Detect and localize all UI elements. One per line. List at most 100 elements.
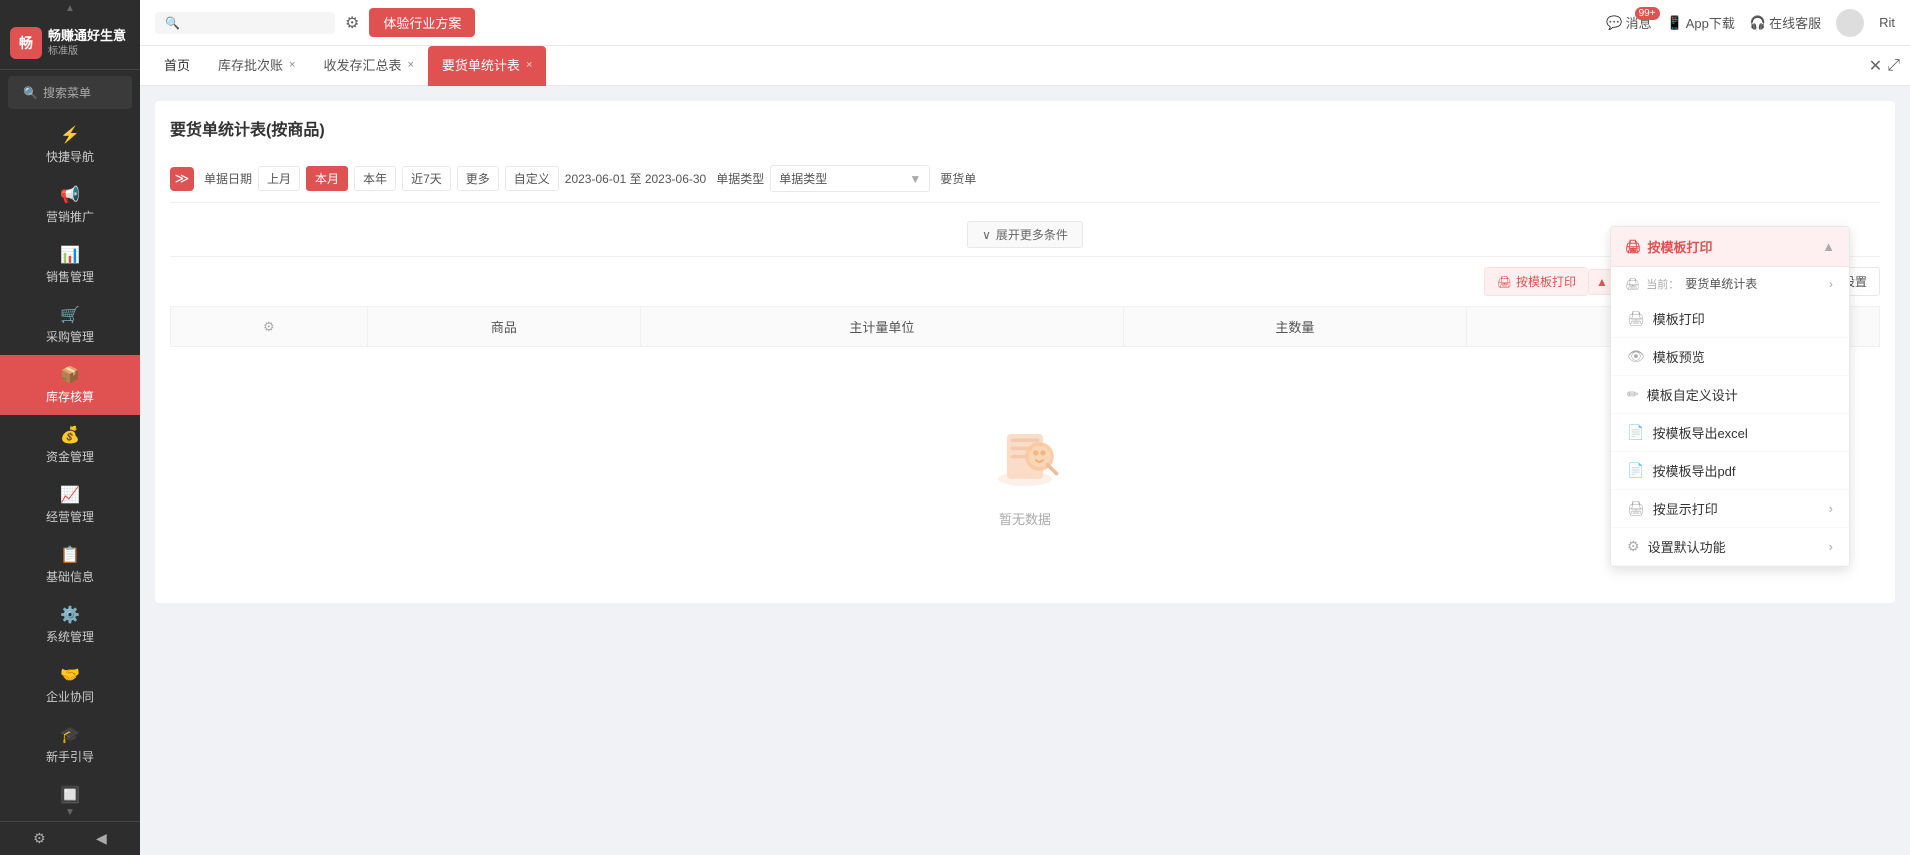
current-prefix: 当前：: [1646, 276, 1679, 292]
dropdown-item-template-design[interactable]: ✏ 模板自定义设计: [1611, 376, 1849, 414]
dropdown-item-export-excel[interactable]: 📄 按模板导出excel: [1611, 414, 1849, 452]
sidebar-scroll-down[interactable]: ▼: [0, 804, 140, 821]
trial-button[interactable]: 体验行业方案: [369, 8, 475, 37]
dropdown-item-set-default[interactable]: ⚙ 设置默认功能 ›: [1611, 528, 1849, 566]
sidebar-item-operations[interactable]: 📈 经营管理: [0, 475, 140, 535]
current-template-icon: 🖨: [1625, 277, 1640, 291]
online-service-icon: 🎧: [1750, 15, 1766, 31]
empty-illustration: [980, 407, 1070, 497]
tabs-close-btn[interactable]: ✕: [1869, 56, 1882, 76]
tabs-expand-btn[interactable]: ⤢: [1887, 57, 1900, 75]
tab-home-label: 首页: [164, 55, 190, 74]
table-settings-icon: ⚙: [263, 319, 275, 334]
collab-icon: 🤝: [60, 665, 80, 685]
dropdown-item-label: 模板打印: [1653, 309, 1705, 328]
type-filter-arrow-icon: ▼: [909, 172, 921, 186]
tab-receipt-summary-close[interactable]: ×: [407, 59, 413, 71]
tabs-bar: 首页 库存批次账 × 收发存汇总表 × 要货单统计表 × ✕ ⤢: [140, 46, 1910, 86]
online-service-label: 在线客服: [1769, 13, 1821, 32]
set-default-arrow: ›: [1829, 539, 1833, 554]
sidebar-item-basics[interactable]: 📋 基础信息: [0, 535, 140, 595]
dropdown-close-btn[interactable]: ▲: [1822, 239, 1835, 254]
dropdown-item-label: 模板自定义设计: [1647, 385, 1738, 404]
sidebar-item-system[interactable]: ⚙️ 系统管理: [0, 595, 140, 655]
sidebar-item-sales[interactable]: 📊 销售管理: [0, 235, 140, 295]
marketing-icon: 📢: [60, 185, 80, 205]
system-icon: ⚙️: [60, 605, 80, 625]
appstore-icon: 🔲: [60, 785, 80, 804]
sidebar-item-label: 库存核算: [46, 388, 94, 405]
empty-text: 暂无数据: [999, 509, 1051, 528]
filter-bar: ≫ 单据日期 上月 本月 本年 近7天 更多 自定义 2023-06-01 至 …: [170, 155, 1880, 203]
sidebar-item-quick-nav[interactable]: ⚡ 快捷导航: [0, 115, 140, 175]
page-title: 要货单统计表(按商品): [170, 116, 1880, 140]
sidebar-item-label: 快捷导航: [46, 148, 94, 165]
expand-more-btn[interactable]: ∨ 展开更多条件: [967, 221, 1083, 248]
template-print-icon: 🖨: [1627, 310, 1645, 327]
sidebar-item-inventory[interactable]: 📦 库存核算: [0, 355, 140, 415]
template-design-icon: ✏: [1627, 386, 1639, 403]
dropdown-current-template[interactable]: 🖨 当前： 要货单统计表 ›: [1611, 267, 1849, 300]
sidebar-scroll-up[interactable]: ▲: [0, 0, 140, 17]
type-filter-select[interactable]: 单据类型 ▼: [770, 165, 930, 192]
date-btn-last-month[interactable]: 上月: [258, 166, 300, 191]
search-icon: 🔍: [23, 86, 38, 100]
sidebar-logo: 畅 畅赚通好生意 标准版: [0, 17, 140, 70]
dropdown-item-export-pdf[interactable]: 📄 按模板导出pdf: [1611, 452, 1849, 490]
tab-order-stats-label: 要货单统计表: [442, 55, 520, 74]
sidebar-item-purchase[interactable]: 🛒 采购管理: [0, 295, 140, 355]
messages-item[interactable]: 💬 消息 99+: [1606, 13, 1651, 32]
tab-batch-account[interactable]: 库存批次账 ×: [204, 46, 309, 86]
tab-order-stats[interactable]: 要货单统计表 ×: [428, 46, 546, 86]
filter-expand-btn[interactable]: ≫: [170, 167, 194, 191]
date-btn-more[interactable]: 更多: [457, 166, 499, 191]
dropdown-display-print-label: 按显示打印: [1653, 499, 1718, 518]
topbar-gear-icon[interactable]: ⚙: [345, 13, 359, 33]
topbar-right: 💬 消息 99+ 📱 App下载 🎧 在线客服 Rit: [1606, 9, 1895, 37]
sidebar-item-label: 企业协同: [46, 688, 94, 705]
sidebar-item-collab[interactable]: 🤝 企业协同: [0, 655, 140, 715]
date-btn-7days[interactable]: 近7天: [402, 166, 451, 191]
app-download-item[interactable]: 📱 App下载: [1667, 13, 1735, 32]
col-settings[interactable]: ⚙: [171, 307, 368, 347]
sidebar-item-marketing[interactable]: 📢 营销推广: [0, 175, 140, 235]
finance-icon: 💰: [60, 425, 80, 445]
current-template-name: 要货单统计表: [1685, 275, 1757, 292]
mute-footer-btn[interactable]: ◀: [96, 830, 107, 847]
print-template-btn[interactable]: 🖨 按模板打印: [1484, 267, 1588, 296]
tab-batch-account-close[interactable]: ×: [289, 59, 295, 71]
tab-home[interactable]: 首页: [150, 46, 204, 86]
messages-badge: 99+: [1635, 7, 1660, 20]
sales-icon: 📊: [60, 245, 80, 265]
dropdown-item-template-preview[interactable]: 👁 模板预览: [1611, 338, 1849, 376]
sidebar-item-label: 基础信息: [46, 568, 94, 585]
date-filter-group: 单据日期 上月 本月 本年 近7天 更多 自定义 2023-06-01 至 20…: [204, 166, 706, 191]
tab-receipt-summary[interactable]: 收发存汇总表 ×: [309, 46, 427, 86]
dropdown-item-template-print[interactable]: 🖨 模板打印: [1611, 300, 1849, 338]
topbar-search[interactable]: 🔍: [155, 12, 335, 34]
date-btn-this-year[interactable]: 本年: [354, 166, 396, 191]
date-btn-this-month[interactable]: 本月: [306, 166, 348, 191]
print-icon: 🖨: [1497, 275, 1512, 289]
user-avatar[interactable]: [1836, 9, 1864, 37]
date-btn-custom[interactable]: 自定义: [505, 166, 559, 191]
inventory-icon: 📦: [60, 365, 80, 385]
sidebar-item-appstore[interactable]: 🔲 应用中心: [0, 775, 140, 804]
sidebar-search[interactable]: 🔍 搜索菜单: [8, 76, 132, 109]
date-filter-label: 单据日期: [204, 170, 252, 187]
guide-icon: 🎓: [60, 725, 80, 745]
sidebar-nav: ⚡ 快捷导航 📢 营销推广 📊 销售管理 🛒 采购管理 📦 库存核算 💰 资金管…: [0, 115, 140, 804]
print-btn-group: 🖨 按模板打印 ▲: [1484, 267, 1616, 296]
online-service-item[interactable]: 🎧 在线客服: [1750, 13, 1821, 32]
sidebar-item-guide[interactable]: 🎓 新手引导: [0, 715, 140, 775]
type-filter-placeholder: 单据类型: [779, 170, 827, 187]
logo-text: 畅赚通好生意 标准版: [48, 27, 126, 59]
sidebar-item-label: 采购管理: [46, 328, 94, 345]
dropdown-item-display-print[interactable]: 🖨 按显示打印 ›: [1611, 490, 1849, 528]
operations-icon: 📈: [60, 485, 80, 505]
sidebar-item-finance[interactable]: 💰 资金管理: [0, 415, 140, 475]
settings-footer-btn[interactable]: ⚙: [33, 830, 46, 847]
username[interactable]: Rit: [1879, 15, 1895, 30]
tab-order-stats-close[interactable]: ×: [526, 59, 532, 71]
sidebar-item-label: 营销推广: [46, 208, 94, 225]
